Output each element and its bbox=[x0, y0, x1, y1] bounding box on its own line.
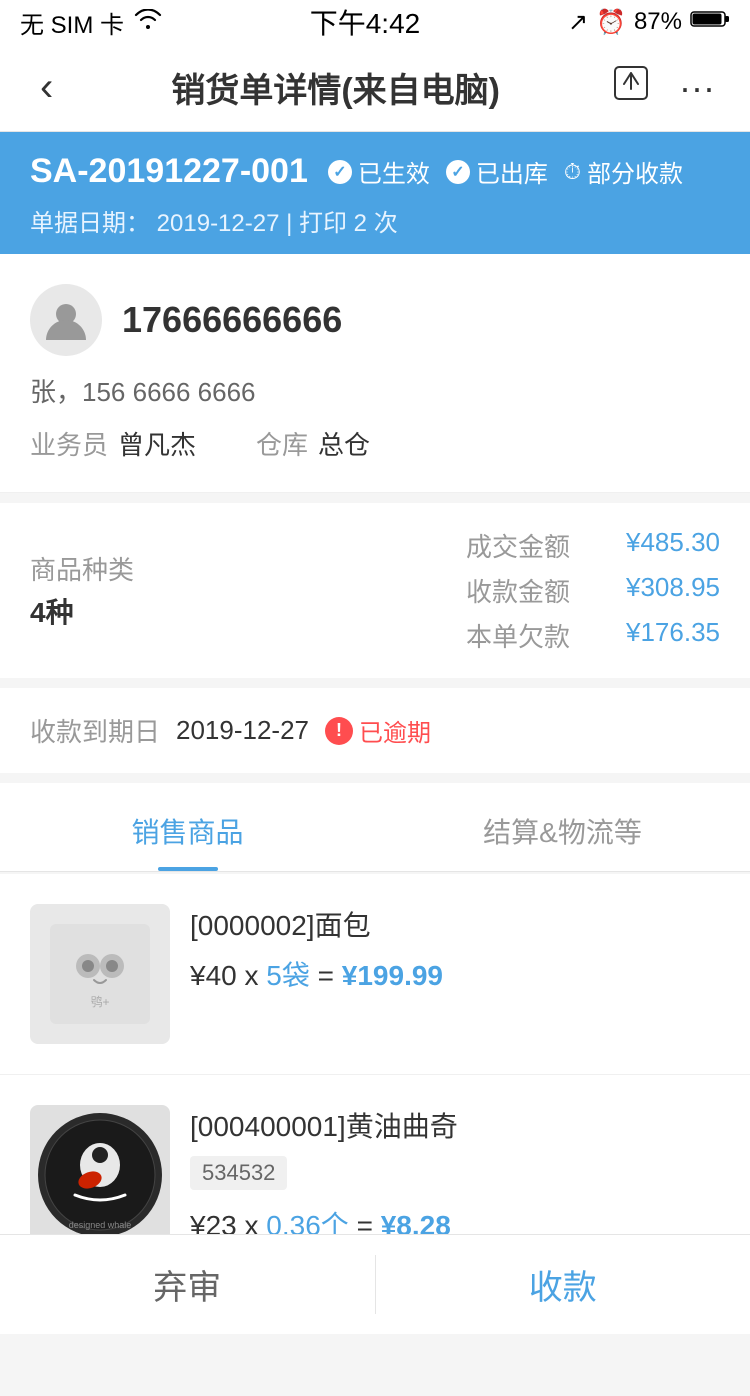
share-button[interactable] bbox=[608, 60, 654, 115]
deal-value: ¥485.30 bbox=[600, 527, 720, 564]
product-qty-1: 5袋 bbox=[266, 960, 310, 991]
warehouse-label: 仓库 bbox=[256, 425, 308, 462]
order-meta: 单据日期： 2019-12-27 | 打印 2 次 bbox=[30, 203, 720, 238]
status-effective: ✓ 已生效 bbox=[328, 154, 430, 189]
product-name-1: [0000002]面包 bbox=[190, 904, 720, 944]
product-total-1: ¥199.99 bbox=[342, 960, 443, 991]
product-price-1: ¥40 x 5袋 = ¥199.99 bbox=[190, 954, 720, 994]
summary-right: 成交金额 ¥485.30 收款金额 ¥308.95 本单欠款 ¥176.35 bbox=[466, 527, 720, 654]
more-button[interactable]: ··· bbox=[674, 62, 720, 114]
clock-icon: ⏱ bbox=[564, 159, 581, 185]
alarm-icon: ⏰ bbox=[596, 8, 626, 37]
page-title: 销货单详情(来自电脑) bbox=[171, 63, 500, 112]
header-banner: SA-20191227-001 ✓ 已生效 ✓ 已出库 ⏱ 部分收款 单据日期：… bbox=[0, 132, 750, 254]
deal-label: 成交金额 bbox=[466, 527, 570, 564]
battery-icon bbox=[690, 8, 730, 36]
customer-meta: 业务员 曾凡杰 仓库 总仓 bbox=[30, 425, 720, 462]
overdue-badge: ! 已逾期 bbox=[325, 713, 431, 748]
salesperson-value: 曾凡杰 bbox=[118, 425, 196, 462]
debt-value: ¥176.35 bbox=[600, 617, 720, 654]
customer-section: 17666666666 张，156 6666 6666 业务员 曾凡杰 仓库 总… bbox=[0, 254, 750, 493]
status-bar-time: 下午4:42 bbox=[310, 2, 421, 42]
overdue-text: 已逾期 bbox=[359, 713, 431, 748]
due-date: 2019-12-27 bbox=[176, 715, 309, 746]
status-shipped: ✓ 已出库 bbox=[446, 154, 548, 189]
status-bar-left: 无 SIM 卡 bbox=[20, 5, 162, 40]
product-info-2: [000400001]黄油曲奇 534532 ¥23 x 0.36个 = ¥8.… bbox=[190, 1105, 720, 1244]
salesperson-label: 业务员 bbox=[30, 425, 108, 462]
warehouse-value: 总仓 bbox=[318, 425, 370, 462]
svg-text:鸮+: 鸮+ bbox=[90, 994, 109, 1009]
customer-phone: 17666666666 bbox=[122, 299, 342, 341]
list-item: 鸮+ [0000002]面包 ¥40 x 5袋 = ¥199.99 bbox=[0, 874, 750, 1075]
receipt-value: ¥308.95 bbox=[600, 572, 720, 609]
salesperson-item: 业务员 曾凡杰 bbox=[30, 425, 196, 462]
product-name-2: [000400001]黄油曲奇 bbox=[190, 1105, 720, 1145]
check-icon-1: ✓ bbox=[328, 160, 352, 184]
overdue-icon: ! bbox=[325, 717, 353, 745]
customer-sub: 张，156 6666 6666 bbox=[30, 372, 720, 409]
debt-row: 本单欠款 ¥176.35 bbox=[466, 617, 720, 654]
wifi-icon bbox=[134, 8, 162, 36]
deal-row: 成交金额 ¥485.30 bbox=[466, 527, 720, 564]
product-image-1: 鸮+ bbox=[30, 904, 170, 1044]
status-partial: ⏱ 部分收款 bbox=[564, 154, 683, 189]
tabs-section: 销售商品 结算&物流等 bbox=[0, 783, 750, 872]
confirm-button[interactable]: 收款 bbox=[376, 1235, 750, 1334]
battery-text: 87% bbox=[634, 8, 682, 36]
product-info-1: [0000002]面包 ¥40 x 5袋 = ¥199.99 bbox=[190, 904, 720, 994]
due-section: 收款到期日 2019-12-27 ! 已逾期 bbox=[0, 688, 750, 783]
product-tag-2: 534532 bbox=[190, 1156, 287, 1190]
nav-bar: ‹ 销货单详情(来自电脑) ··· bbox=[0, 44, 750, 132]
back-button[interactable]: ‹ bbox=[30, 55, 63, 120]
tab-sales-products[interactable]: 销售商品 bbox=[0, 783, 375, 871]
summary-left: 商品种类 4种 bbox=[30, 550, 134, 631]
summary-section: 商品种类 4种 成交金额 ¥485.30 收款金额 ¥308.95 本单欠款 ¥… bbox=[0, 493, 750, 688]
product-image-2: designed whale bbox=[30, 1105, 170, 1245]
warehouse-item: 仓库 总仓 bbox=[256, 425, 370, 462]
due-label: 收款到期日 bbox=[30, 712, 160, 749]
status-badges: ✓ 已生效 ✓ 已出库 ⏱ 部分收款 bbox=[328, 154, 683, 189]
kind-label: 商品种类 bbox=[30, 550, 134, 587]
kind-value: 4种 bbox=[30, 591, 134, 631]
status-bar-right: ↗ ⏰ 87% bbox=[568, 8, 730, 37]
nav-actions: ··· bbox=[608, 60, 720, 115]
debt-label: 本单欠款 bbox=[466, 617, 570, 654]
cancel-button[interactable]: 弃审 bbox=[0, 1235, 375, 1334]
order-id: SA-20191227-001 bbox=[30, 152, 308, 191]
avatar bbox=[30, 284, 102, 356]
bottom-bar: 弃审 收款 bbox=[0, 1234, 750, 1334]
check-icon-2: ✓ bbox=[446, 160, 470, 184]
location-icon: ↗ bbox=[568, 8, 588, 37]
receipt-label: 收款金额 bbox=[466, 572, 570, 609]
receipt-row: 收款金额 ¥308.95 bbox=[466, 572, 720, 609]
carrier-text: 无 SIM 卡 bbox=[20, 5, 124, 40]
status-bar: 无 SIM 卡 下午4:42 ↗ ⏰ 87% bbox=[0, 0, 750, 44]
svg-text:designed whale: designed whale bbox=[69, 1220, 132, 1230]
products-section: 鸮+ [0000002]面包 ¥40 x 5袋 = ¥199.99 bbox=[0, 874, 750, 1276]
tab-settlement[interactable]: 结算&物流等 bbox=[375, 783, 750, 871]
